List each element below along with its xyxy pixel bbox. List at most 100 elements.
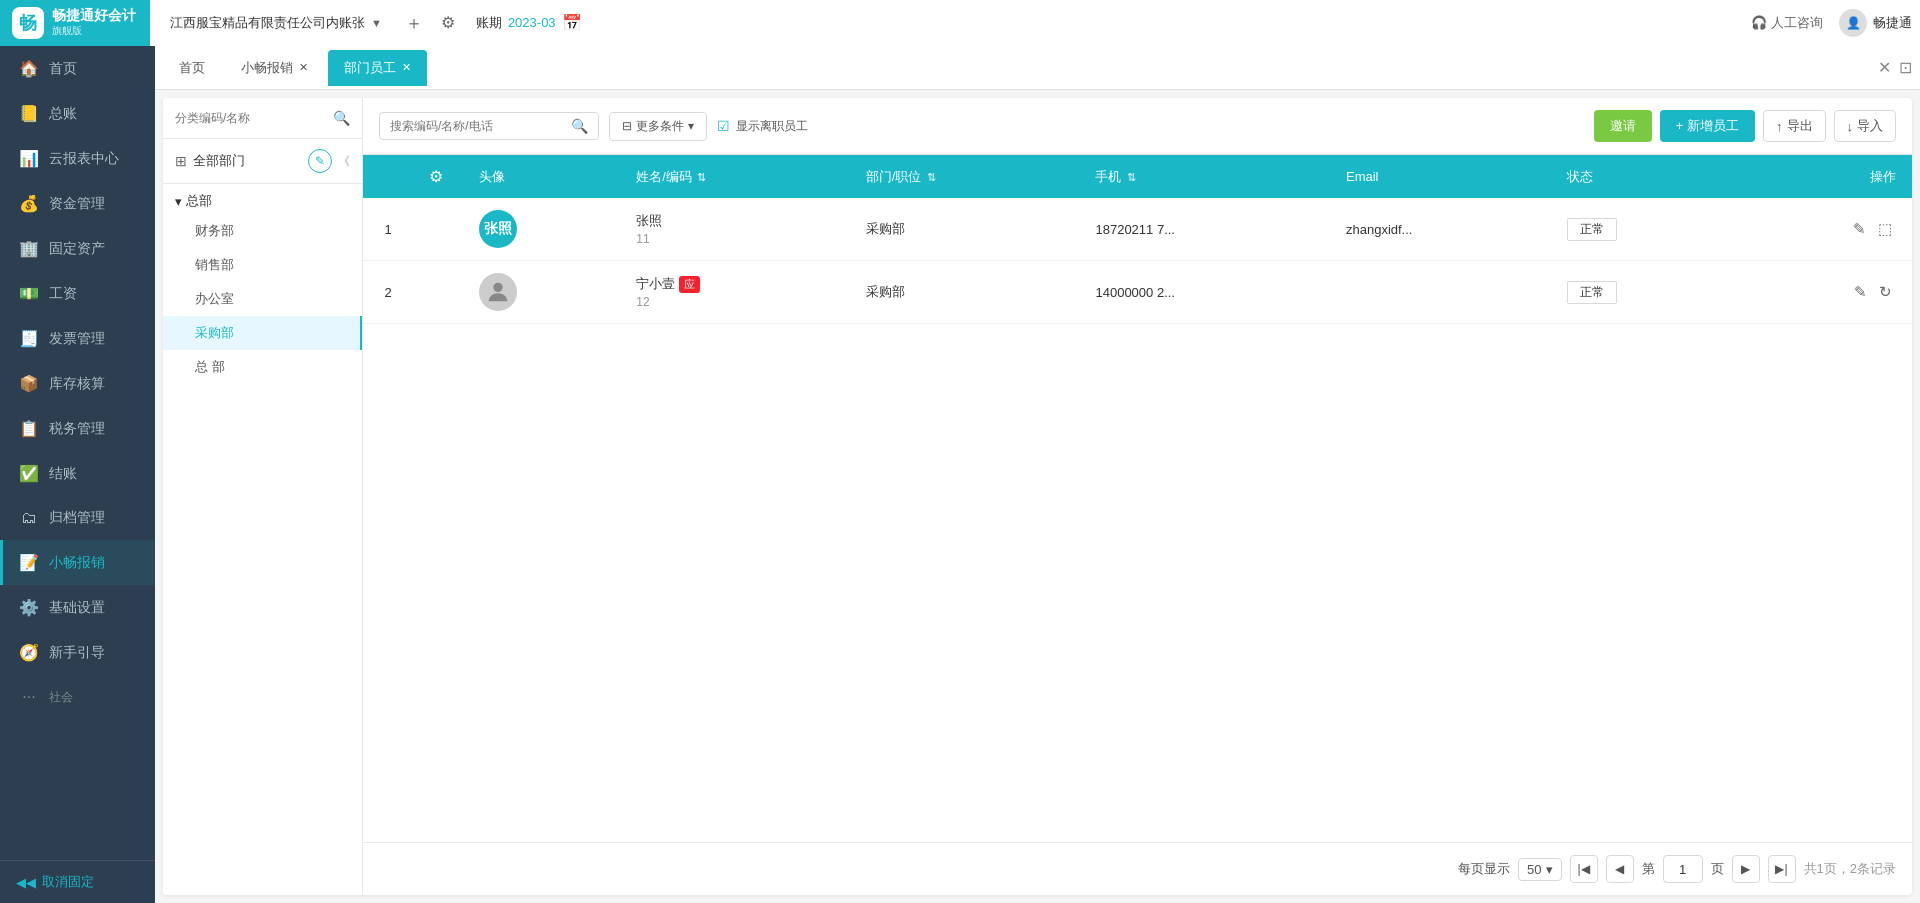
employee-search-input[interactable] — [390, 119, 565, 133]
cell-email-2 — [1330, 261, 1551, 324]
sidebar-item-invoice[interactable]: 🧾 发票管理 — [0, 316, 155, 361]
sidebar-item-ledger[interactable]: 📒 总账 — [0, 91, 155, 136]
import-btn[interactable]: ↓ 导入 — [1834, 110, 1897, 142]
col-index — [363, 155, 413, 198]
all-dept-label: 全部部门 — [193, 152, 245, 170]
sidebar-item-archive[interactable]: 🗂 归档管理 — [0, 496, 155, 540]
filter-arrow: ▾ — [688, 119, 694, 133]
dept-item-general-parent[interactable]: ▾ 总部 — [163, 184, 362, 214]
dept-general2-label: 总 部 — [195, 358, 225, 376]
user-info[interactable]: 👤 畅捷通 — [1839, 9, 1912, 37]
page-size-select[interactable]: 50 ▾ — [1518, 858, 1561, 881]
svg-point-0 — [493, 283, 502, 292]
inventory-icon: 📦 — [19, 374, 39, 393]
tab-expense[interactable]: 小畅报销 ✕ — [225, 50, 324, 86]
pin-icon: ◀◀ — [16, 875, 36, 890]
page-next-btn[interactable]: ▶ — [1732, 855, 1760, 883]
cancel-fixed-label: 取消固定 — [42, 873, 94, 891]
dept-header-left: ⊞ 全部部门 — [175, 152, 245, 170]
period-value: 2023-03 — [508, 15, 556, 30]
tab-department-close[interactable]: ✕ — [402, 61, 411, 74]
page-prev-btn[interactable]: ◀ — [1606, 855, 1634, 883]
main-wrapper: 🏠 首页 📒 总账 📊 云报表中心 💰 资金管理 🏢 固定资产 💵 工资 🧾 发… — [0, 46, 1920, 903]
cell-avatar-2 — [463, 261, 620, 324]
dept-sales-label: 销售部 — [195, 256, 234, 274]
cell-status-2: 正常 — [1551, 261, 1735, 324]
sidebar-label-ledger: 总账 — [49, 105, 77, 123]
sidebar-item-reports[interactable]: 📊 云报表中心 — [0, 136, 155, 181]
table-settings-btn[interactable]: ⚙ — [429, 167, 443, 186]
add-button[interactable]: ＋ — [400, 9, 428, 37]
sidebar-item-funds[interactable]: 💰 资金管理 — [0, 181, 155, 226]
show-resigned-toggle[interactable]: ☑ 显示离职员工 — [717, 118, 808, 135]
add-employee-btn[interactable]: + 新增员工 — [1660, 110, 1755, 142]
window-maximize-btn[interactable]: ⊡ — [1899, 58, 1912, 77]
employee-search-icon[interactable]: 🔍 — [571, 118, 588, 134]
cell-actions-2: ✎ ↻ — [1735, 261, 1912, 324]
grid-icon: ⊞ — [175, 153, 187, 169]
dept-tree: ▾ 总部 财务部 销售部 办公室 采购部 — [163, 184, 362, 895]
tab-department-label: 部门员工 — [344, 59, 396, 77]
dept-item-finance[interactable]: 财务部 — [163, 214, 362, 248]
customer-service[interactable]: 🎧 人工咨询 — [1751, 14, 1823, 32]
dept-search-input[interactable] — [175, 111, 327, 125]
sidebar-item-inventory[interactable]: 📦 库存核算 — [0, 361, 155, 406]
dept-search-icon[interactable]: 🔍 — [333, 110, 350, 126]
edit-btn-1[interactable]: ✎ — [1849, 218, 1870, 240]
window-controls: ✕ ⊡ — [1878, 58, 1912, 77]
page-input[interactable] — [1663, 855, 1703, 883]
col-actions: 操作 — [1735, 155, 1912, 198]
dept-edit-btn[interactable]: ✎ — [308, 149, 332, 173]
col-dept-position[interactable]: 部门/职位 ⇅ — [850, 155, 1080, 198]
calendar-icon[interactable]: 📅 — [562, 13, 582, 32]
export-btn[interactable]: ↑ 导出 — [1763, 110, 1826, 142]
top-header: 畅 畅捷通好会计 旗舰版 江西服宝精品有限责任公司内账张 ▼ ＋ ⚙ 账期 20… — [0, 0, 1920, 46]
app-name: 畅捷通好会计 — [52, 7, 136, 24]
edit-btn-2[interactable]: ✎ — [1850, 281, 1871, 303]
tab-department[interactable]: 部门员工 ✕ — [328, 50, 427, 86]
dept-item-office[interactable]: 办公室 — [163, 282, 362, 316]
avatar-2 — [479, 273, 517, 311]
dept-item-sales[interactable]: 销售部 — [163, 248, 362, 282]
cell-phone-1: 18720211 7... — [1079, 198, 1330, 261]
refresh-btn-2[interactable]: ↻ — [1875, 281, 1896, 303]
filter-icon: ⊟ — [622, 119, 632, 133]
dept-item-general2[interactable]: 总 部 — [163, 350, 362, 384]
tab-home[interactable]: 首页 — [163, 50, 221, 86]
col-status: 状态 — [1551, 155, 1735, 198]
toolbar-right: 邀请 + 新增员工 ↑ 导出 ↓ 导入 — [1594, 110, 1896, 142]
col-name-code[interactable]: 姓名/编码 ⇅ — [620, 155, 850, 198]
page-first-btn[interactable]: |◀ — [1570, 855, 1598, 883]
more-filter-btn[interactable]: ⊟ 更多条件 ▾ — [609, 112, 707, 141]
settings-button[interactable]: ⚙ — [434, 9, 462, 37]
dept-item-purchasing[interactable]: 采购部 — [163, 316, 362, 350]
cell-avatar-1: 张照 — [463, 198, 620, 261]
invite-btn[interactable]: 邀请 — [1594, 110, 1652, 142]
window-close-btn[interactable]: ✕ — [1878, 58, 1891, 77]
sidebar-item-salary[interactable]: 💵 工资 — [0, 271, 155, 316]
home-icon: 🏠 — [19, 59, 39, 78]
cancel-fixed-btn[interactable]: ◀◀ 取消固定 — [0, 860, 155, 903]
page-label: 第 — [1642, 860, 1655, 878]
sidebar-item-tax[interactable]: 📋 税务管理 — [0, 406, 155, 451]
sidebar-item-settings[interactable]: ⚙️ 基础设置 — [0, 585, 155, 630]
employee-table: ⚙ 头像 姓名/编码 ⇅ 部门/职位 ⇅ 手机 ⇅ — [363, 155, 1912, 324]
salary-icon: 💵 — [19, 284, 39, 303]
sidebar-item-guide[interactable]: 🧭 新手引导 — [0, 630, 155, 675]
company-selector[interactable]: 江西服宝精品有限责任公司内账张 ▼ — [158, 14, 394, 32]
user-avatar: 👤 — [1839, 9, 1867, 37]
sidebar-item-expense[interactable]: 📝 小畅报销 — [0, 540, 155, 585]
tabs-bar: 首页 小畅报销 ✕ 部门员工 ✕ ✕ ⊡ — [155, 46, 1920, 90]
sidebar-item-more[interactable]: ··· 社会 — [0, 675, 155, 719]
page-last-btn[interactable]: ▶| — [1768, 855, 1796, 883]
sidebar-item-home[interactable]: 🏠 首页 — [0, 46, 155, 91]
sidebar-item-checkout[interactable]: ✅ 结账 — [0, 451, 155, 496]
sidebar-item-assets[interactable]: 🏢 固定资产 — [0, 226, 155, 271]
dept-collapse-btn[interactable]: 《 — [338, 153, 350, 170]
cell-status-1: 正常 — [1551, 198, 1735, 261]
cell-settings-1 — [413, 198, 463, 261]
tab-expense-close[interactable]: ✕ — [299, 61, 308, 74]
show-resigned-label: 显示离职员工 — [736, 118, 808, 135]
col-phone[interactable]: 手机 ⇅ — [1079, 155, 1330, 198]
logout-btn-1[interactable]: ⬚ — [1874, 218, 1896, 240]
